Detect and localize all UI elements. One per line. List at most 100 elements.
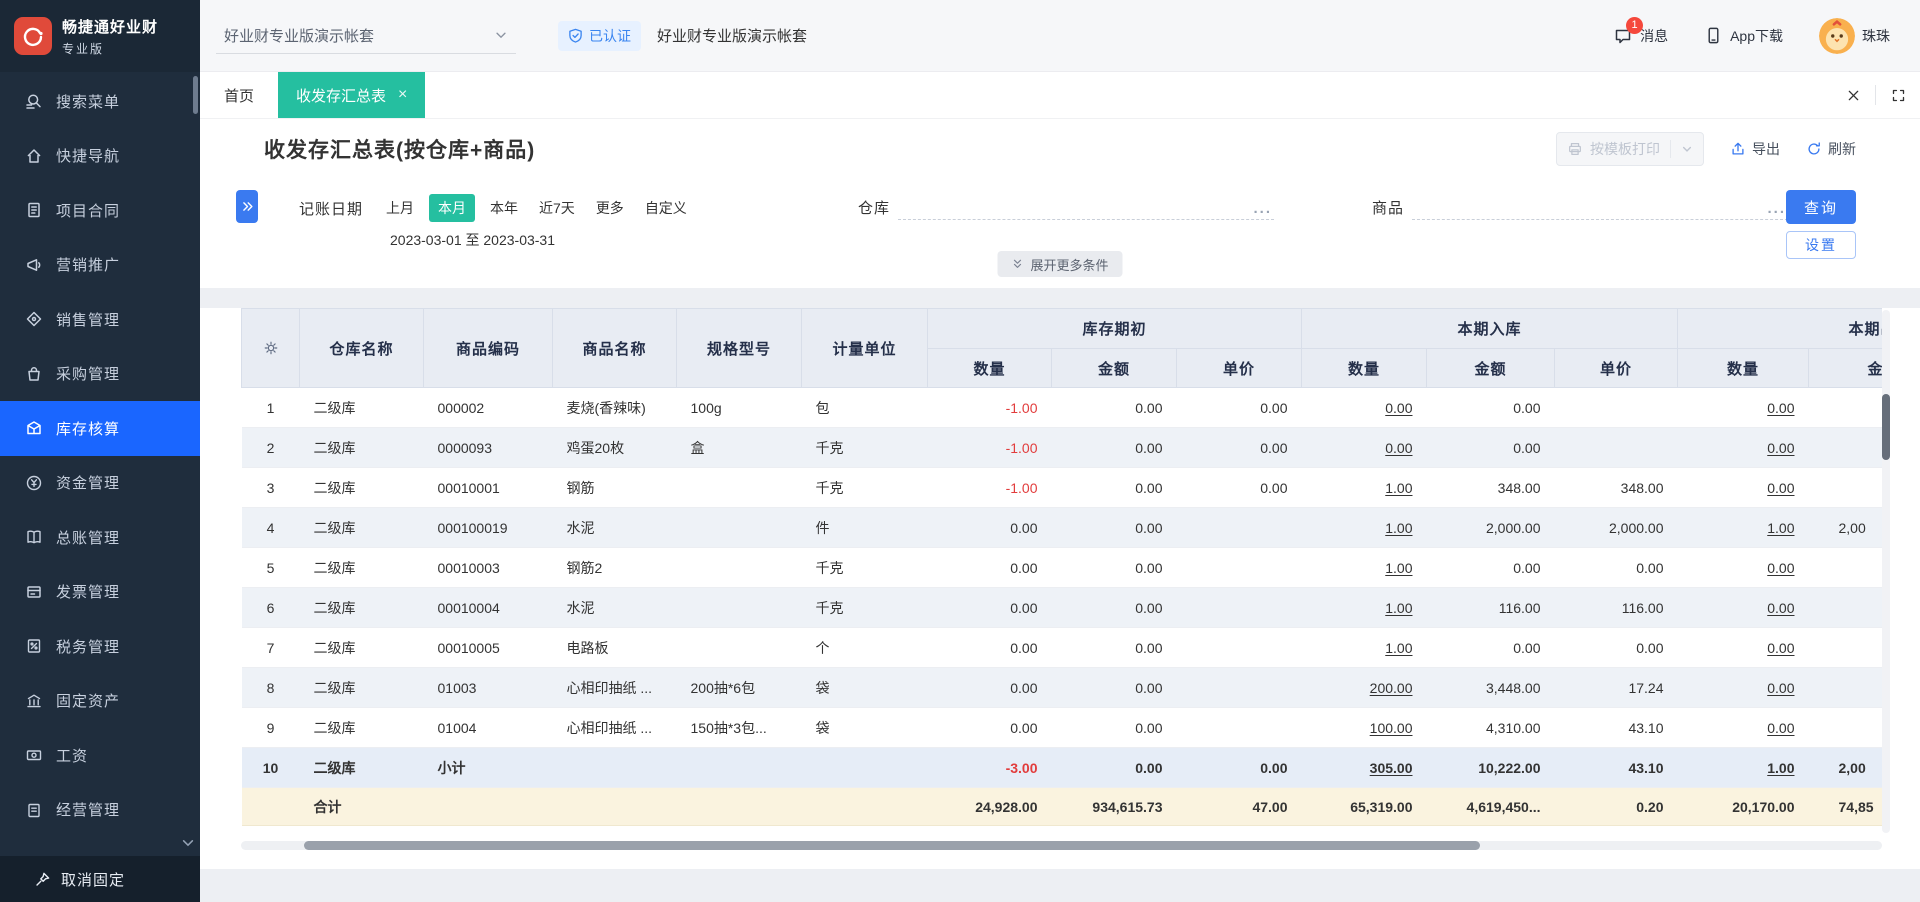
header-qty-1[interactable]: 数量 [928, 349, 1052, 388]
sidebar-item-funds[interactable]: 资金管理 [0, 456, 200, 511]
cell-a3: 2,00 [1809, 748, 1883, 788]
cell-q3[interactable]: 0.00 [1678, 588, 1809, 628]
product-input[interactable]: ... [1412, 194, 1788, 220]
cell-q2[interactable]: 0.00 [1302, 388, 1427, 428]
sidebar-item-sales[interactable]: 销售管理 [0, 292, 200, 347]
cell-q2[interactable]: 1.00 [1302, 468, 1427, 508]
tab-report-active[interactable]: 收发存汇总表 × [278, 72, 425, 118]
cell-q3[interactable]: 1.00 [1678, 508, 1809, 548]
certified-badge: 已认证 [558, 21, 641, 51]
header-qty-3[interactable]: 数量 [1678, 349, 1809, 388]
sidebar-scrollbar[interactable] [193, 76, 198, 114]
header-warehouse[interactable]: 仓库名称 [300, 309, 424, 388]
cell-q2[interactable]: 0.00 [1302, 428, 1427, 468]
cell-q3[interactable]: 1.00 [1678, 748, 1809, 788]
header-price-1[interactable]: 单价 [1177, 349, 1302, 388]
date-option-more[interactable]: 更多 [590, 194, 630, 222]
date-option-custom[interactable]: 自定义 [639, 194, 693, 222]
chevron-down-icon[interactable] [1681, 143, 1693, 155]
vertical-scrollbar[interactable] [1882, 310, 1890, 833]
app-download-label: App下载 [1730, 26, 1783, 46]
header-spec[interactable]: 规格型号 [677, 309, 802, 388]
account-select-value: 好业财专业版演示帐套 [224, 25, 374, 46]
column-settings-header[interactable] [242, 309, 300, 388]
horizontal-scrollbar[interactable] [241, 841, 1882, 850]
header-code[interactable]: 商品编码 [424, 309, 553, 388]
fullscreen-icon[interactable] [1876, 72, 1920, 118]
print-by-template-button[interactable]: 按模板打印 [1556, 132, 1704, 166]
sidebar-item-tax[interactable]: 税务管理 [0, 619, 200, 674]
horizontal-scrollbar-thumb[interactable] [304, 841, 1480, 850]
cell-spec: 200抽*6包 [677, 668, 802, 708]
unpin-button[interactable]: 取消固定 [0, 856, 200, 902]
sidebar-item-assets[interactable]: 固定资产 [0, 674, 200, 729]
date-option-this-year[interactable]: 本年 [484, 194, 524, 222]
sidebar-item-search[interactable]: 搜索菜单 [0, 74, 200, 129]
sidebar-item-quick-nav[interactable]: 快捷导航 [0, 129, 200, 184]
date-option-last-month[interactable]: 上月 [380, 194, 420, 222]
header-unit[interactable]: 计量单位 [802, 309, 928, 388]
header-amount-1[interactable]: 金额 [1052, 349, 1177, 388]
marketing-icon [25, 256, 43, 274]
cell-a3 [1809, 588, 1883, 628]
expand-more-conditions-button[interactable]: 展开更多条件 [997, 251, 1122, 277]
cell-q2[interactable]: 1.00 [1302, 588, 1427, 628]
cell-q3[interactable]: 0.00 [1678, 388, 1809, 428]
query-button[interactable]: 查询 [1786, 190, 1856, 224]
cell-q2[interactable]: 100.00 [1302, 708, 1427, 748]
user-menu[interactable]: 珠珠 [1819, 18, 1890, 54]
cell-q2[interactable]: 1.00 [1302, 628, 1427, 668]
sidebar-more-chevron-icon[interactable] [181, 836, 195, 850]
sidebar-item-circle[interactable]: 小畅报销 [0, 837, 200, 856]
date-option-last-7-days[interactable]: 近7天 [533, 194, 581, 222]
cell-q3[interactable]: 0.00 [1678, 668, 1809, 708]
cell-q3[interactable]: 0.00 [1678, 628, 1809, 668]
sidebar-item-ledger[interactable]: 总账管理 [0, 510, 200, 565]
cell-a2: 2,000.00 [1427, 508, 1555, 548]
cell-q2[interactable]: 200.00 [1302, 668, 1427, 708]
cell-q3[interactable]: 0.00 [1678, 428, 1809, 468]
refresh-button[interactable]: 刷新 [1806, 139, 1856, 159]
report-table: 仓库名称 商品编码 商品名称 规格型号 计量单位 库存期初 本期入库 本期出库 … [241, 308, 1882, 826]
cell-q3[interactable]: 0.00 [1678, 468, 1809, 508]
close-icon[interactable] [1831, 72, 1875, 118]
cell-q2[interactable]: 1.00 [1302, 548, 1427, 588]
tab-home[interactable]: 首页 [200, 72, 278, 118]
account-select[interactable]: 好业财专业版演示帐套 [216, 18, 516, 54]
payroll-icon [25, 746, 43, 764]
row-number: 6 [242, 588, 300, 628]
app-download-button[interactable]: App下载 [1704, 26, 1783, 46]
sidebar-item-purchase[interactable]: 采购管理 [0, 347, 200, 402]
sidebar-item-contract[interactable]: 项目合同 [0, 183, 200, 238]
export-button[interactable]: 导出 [1730, 139, 1780, 159]
messages-button[interactable]: 1 消息 [1613, 26, 1668, 46]
header-amount-3[interactable]: 金额 [1809, 349, 1883, 388]
filter-collapse-button[interactable] [236, 190, 258, 223]
warehouse-picker-ellipsis[interactable]: ... [1253, 201, 1274, 219]
cell-warehouse: 二级库 [300, 668, 424, 708]
cell-p1: 0.00 [1177, 388, 1302, 428]
sidebar-item-marketing[interactable]: 营销推广 [0, 238, 200, 293]
cell-name [553, 748, 677, 788]
header-price-2[interactable]: 单价 [1555, 349, 1678, 388]
sidebar-item-label: 工资 [56, 745, 88, 766]
sidebar-item-business[interactable]: 经营管理 [0, 783, 200, 838]
header-qty-2[interactable]: 数量 [1302, 349, 1427, 388]
sidebar-item-inventory[interactable]: 库存核算 [0, 401, 200, 456]
sidebar-item-invoice[interactable]: 发票管理 [0, 565, 200, 620]
header-name[interactable]: 商品名称 [553, 309, 677, 388]
sidebar-item-payroll[interactable]: 工资 [0, 728, 200, 783]
date-option-this-month[interactable]: 本月 [429, 194, 475, 222]
cell-a2: 116.00 [1427, 588, 1555, 628]
header-amount-2[interactable]: 金额 [1427, 349, 1555, 388]
tab-close-icon[interactable]: × [398, 87, 407, 103]
warehouse-input[interactable]: ... [898, 194, 1274, 220]
cell-q3[interactable]: 0.00 [1678, 548, 1809, 588]
cell-q3[interactable]: 0.00 [1678, 708, 1809, 748]
vertical-scrollbar-thumb[interactable] [1882, 394, 1890, 460]
funds-icon [25, 474, 43, 492]
cell-q2[interactable]: 1.00 [1302, 508, 1427, 548]
cell-q2[interactable]: 305.00 [1302, 748, 1427, 788]
settings-button[interactable]: 设置 [1786, 231, 1856, 259]
product-picker-ellipsis[interactable]: ... [1767, 201, 1788, 219]
